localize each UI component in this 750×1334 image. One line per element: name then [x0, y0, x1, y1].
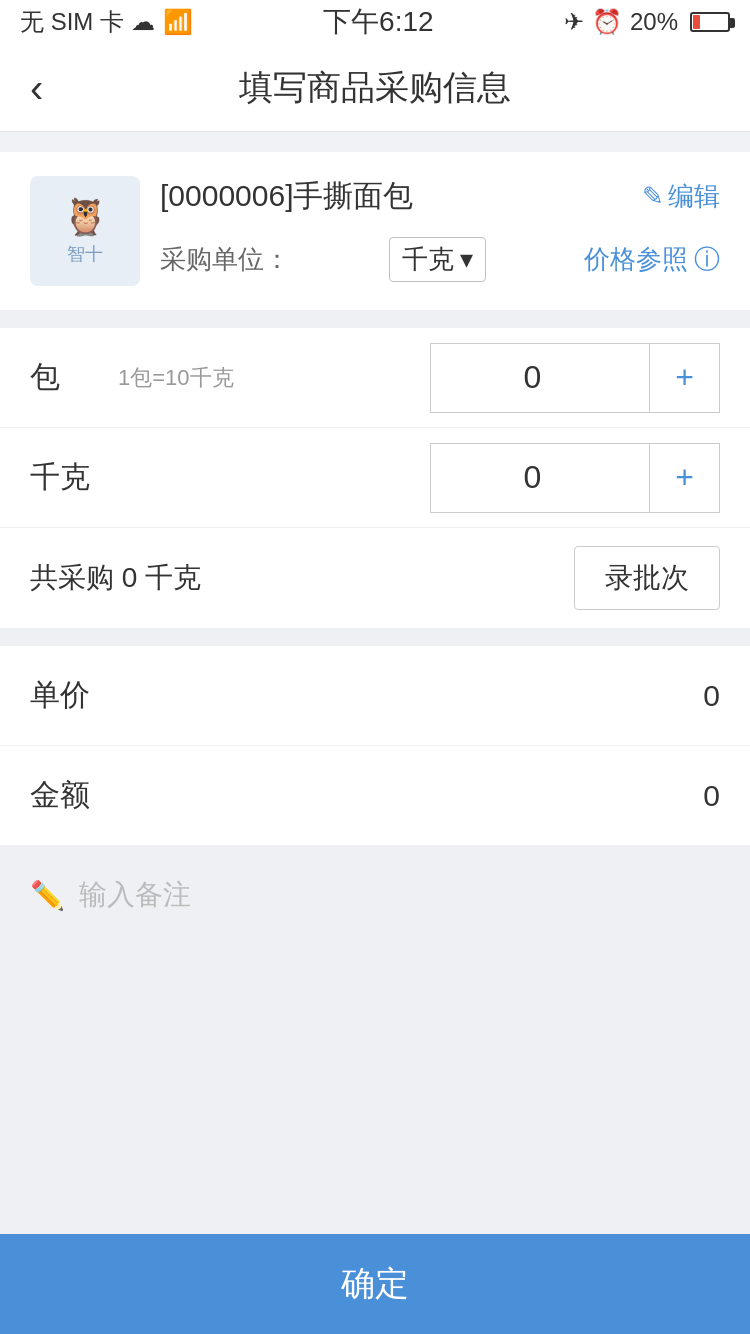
product-owl-icon: 🦉: [63, 196, 108, 238]
edit-label: 编辑: [668, 179, 720, 214]
info-icon: ⓘ: [694, 242, 720, 277]
total-text: 共采购 0 千克: [30, 559, 201, 597]
status-right: ✈ ⏰ 20%: [564, 8, 730, 36]
amount-label: 金额: [30, 775, 90, 816]
amount-row: 金额 0: [0, 746, 750, 846]
status-left: 无 SIM 卡 ☁ 📶: [20, 6, 193, 38]
bag-plus-button[interactable]: +: [650, 343, 720, 413]
pencil-icon: ✏️: [30, 879, 65, 912]
kg-label: 千克: [30, 457, 110, 498]
amount-value: 0: [703, 779, 720, 813]
total-amount: 0: [122, 562, 138, 593]
price-section: 单价 0 金额 0: [0, 646, 750, 846]
product-card: 🦉 智十 [0000006]手撕面包 ✎ 编辑 采购单位： 千克 ▾ 价格参照 …: [0, 152, 750, 310]
product-image-text: 智十: [67, 242, 103, 266]
edit-icon: ✎: [642, 181, 664, 212]
location-icon: ✈: [564, 8, 584, 36]
unit-price-value: 0: [703, 679, 720, 713]
product-name: [0000006]手撕面包: [160, 176, 413, 217]
battery-percent: 20%: [630, 8, 678, 36]
unit-value: 千克: [402, 242, 454, 277]
product-code: [0000006]: [160, 179, 293, 212]
bag-input-controls: +: [430, 343, 720, 413]
sim-label: 无 SIM 卡 ☁: [20, 6, 155, 38]
kg-input-row: 千克 +: [0, 428, 750, 528]
product-name-row: [0000006]手撕面包 ✎ 编辑: [160, 176, 720, 217]
total-unit: 千克: [145, 562, 201, 593]
product-title: 手撕面包: [293, 179, 413, 212]
unit-select[interactable]: 千克 ▾: [389, 237, 486, 282]
product-unit-row: 采购单位： 千克 ▾ 价格参照 ⓘ: [160, 237, 720, 282]
status-time: 下午6:12: [323, 3, 434, 41]
status-bar: 无 SIM 卡 ☁ 📶 下午6:12 ✈ ⏰ 20%: [0, 0, 750, 44]
unit-price-row: 单价 0: [0, 646, 750, 746]
chevron-down-icon: ▾: [460, 244, 473, 275]
kg-quantity-input[interactable]: [430, 443, 650, 513]
bag-quantity-input[interactable]: [430, 343, 650, 413]
nav-bar: ‹ 填写商品采购信息: [0, 44, 750, 132]
divider-2: [0, 628, 750, 646]
notes-placeholder: 输入备注: [79, 876, 191, 914]
product-info: [0000006]手撕面包 ✎ 编辑 采购单位： 千克 ▾ 价格参照 ⓘ: [160, 176, 720, 282]
kg-plus-button[interactable]: +: [650, 443, 720, 513]
page-title: 填写商品采购信息: [239, 65, 511, 111]
input-section: 包 1包=10千克 + 千克 + 共采购 0 千克 录批次: [0, 328, 750, 628]
back-button[interactable]: ‹: [30, 68, 43, 108]
bag-label: 包: [30, 357, 110, 398]
alarm-icon: ⏰: [592, 8, 622, 36]
notes-section[interactable]: ✏️ 输入备注: [0, 846, 750, 944]
edit-button[interactable]: ✎ 编辑: [642, 179, 720, 214]
product-image: 🦉 智十: [30, 176, 140, 286]
unit-price-label: 单价: [30, 675, 90, 716]
kg-input-controls: +: [430, 443, 720, 513]
bag-sub-label: 1包=10千克: [118, 363, 430, 393]
battery-fill: [693, 15, 700, 29]
battery-icon: [690, 12, 730, 32]
bag-input-row: 包 1包=10千克 +: [0, 328, 750, 428]
total-row: 共采购 0 千克 录批次: [0, 528, 750, 628]
price-ref-label: 价格参照: [584, 242, 688, 277]
divider-1: [0, 310, 750, 328]
price-ref-button[interactable]: 价格参照 ⓘ: [584, 242, 720, 277]
unit-label: 采购单位：: [160, 242, 290, 277]
wifi-icon: 📶: [163, 8, 193, 36]
total-label: 共采购: [30, 562, 114, 593]
batch-button[interactable]: 录批次: [574, 546, 720, 610]
confirm-button[interactable]: 确定: [0, 1234, 750, 1334]
